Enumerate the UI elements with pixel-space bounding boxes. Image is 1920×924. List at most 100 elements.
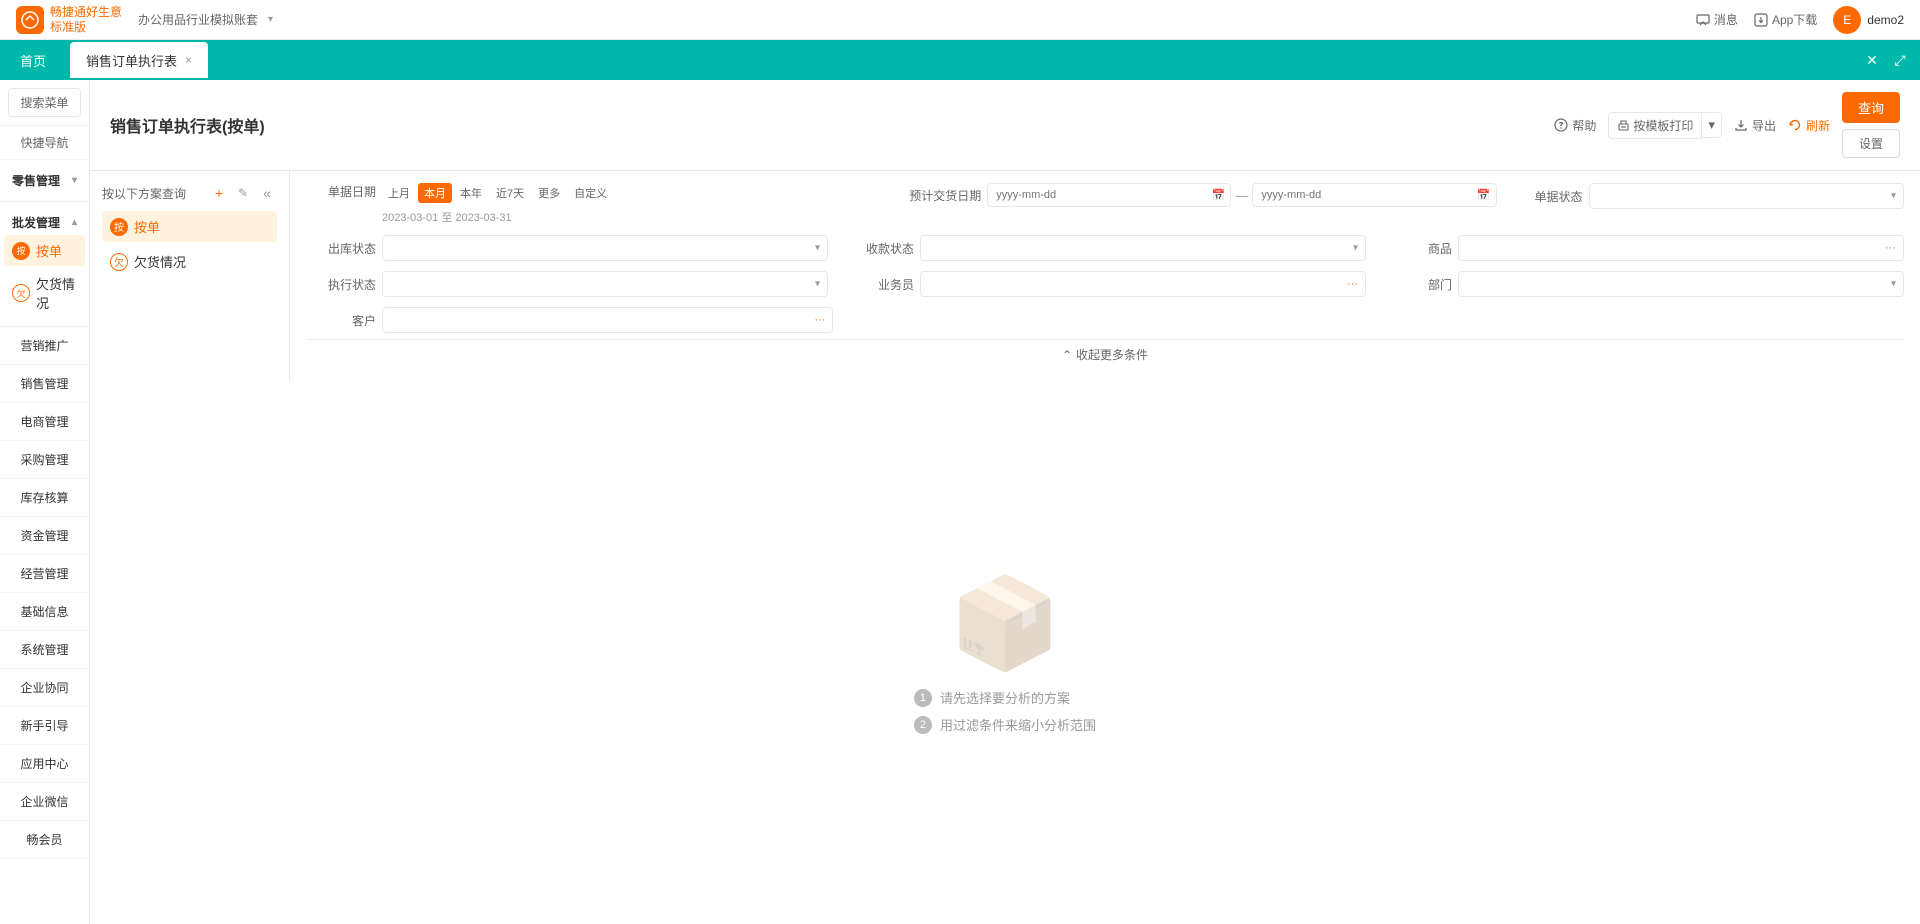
app-download-button[interactable]: App下载 — [1754, 11, 1817, 28]
edit-scheme-button[interactable]: ✎ — [233, 183, 253, 203]
scheme-item-order[interactable]: 按 按单 — [102, 211, 277, 242]
search-menu-button[interactable]: 搜索菜单 — [8, 88, 81, 117]
topbar-right: 消息 App下载 E demo2 — [1696, 6, 1904, 34]
page-title: 销售订单执行表(按单) — [110, 113, 265, 137]
date-tab-this-month[interactable]: 本月 — [418, 183, 452, 203]
scheme-actions: + ✎ « — [209, 183, 277, 203]
salesman-label: 业务员 — [844, 276, 914, 293]
window-close-button[interactable]: ✕ — [1860, 48, 1884, 72]
sidebar-section-wholesale-header[interactable]: 批发管理 ▴ — [4, 210, 85, 235]
sidebar-item-order[interactable]: 按 按单 — [4, 235, 85, 266]
order-icon: 按 — [12, 242, 30, 260]
date-tab-custom[interactable]: 自定义 — [568, 183, 613, 203]
sidebar-item-quick-nav[interactable]: 快捷导航 — [0, 126, 89, 160]
expected-from-cal-icon: 📅 — [1212, 189, 1226, 202]
window-expand-button[interactable]: ⤢ — [1888, 48, 1912, 72]
status-select[interactable] — [1589, 183, 1905, 209]
page-header: 销售订单执行表(按单) 帮助 按模板打印 ▾ 导出 — [90, 80, 1920, 171]
filter-form-area: 单据日期 上月 本月 本年 近7天 更多 自定义 20 — [290, 171, 1920, 381]
goods-input[interactable] — [1458, 235, 1904, 261]
help-icon — [1554, 118, 1568, 132]
payment-control: ▾ — [920, 235, 1366, 261]
title-dropdown-icon[interactable]: ▾ — [268, 14, 273, 25]
delivery-filter: 出库状态 ▾ — [306, 235, 828, 261]
customer-label: 客户 — [306, 312, 376, 329]
customer-control: ··· — [382, 307, 833, 333]
help-button[interactable]: 帮助 — [1554, 117, 1596, 134]
tab-active[interactable]: 销售订单执行表 × — [70, 42, 208, 78]
user-profile[interactable]: E demo2 — [1833, 6, 1904, 34]
tab-home[interactable]: 首页 — [0, 40, 66, 80]
collapse-more-button[interactable]: ⌃ 收起更多条件 — [306, 339, 1904, 369]
sidebar-item-newbie[interactable]: 新手引导 — [0, 707, 89, 745]
settings-button[interactable]: 设置 — [1842, 129, 1900, 158]
dept-filter: 部门 ▾ — [1382, 271, 1904, 297]
print-button[interactable]: 按模板打印 — [1608, 112, 1702, 139]
dept-control: ▾ — [1458, 271, 1904, 297]
query-btn-area: 查询 设置 — [1842, 92, 1900, 158]
sidebar-item-app-center[interactable]: 应用中心 — [0, 745, 89, 783]
hint-num-1: 1 — [914, 689, 932, 707]
empty-state: 📦 1 请先选择要分析的方案 2 用过滤条件来缩小分析范围 — [90, 381, 1920, 924]
sidebar-item-debt[interactable]: 欠 欠货情况 — [4, 268, 85, 318]
expected-to-input[interactable] — [1252, 183, 1496, 207]
status-label: 单据状态 — [1513, 188, 1583, 205]
refresh-button[interactable]: 刷新 — [1788, 117, 1830, 134]
tab-close-icon[interactable]: × — [185, 53, 192, 67]
query-button[interactable]: 查询 — [1842, 92, 1900, 123]
sidebar-item-marketing[interactable]: 营销推广 — [0, 327, 89, 365]
delivery-select[interactable] — [382, 235, 828, 261]
collapse-scheme-button[interactable]: « — [257, 183, 277, 203]
exec-select[interactable] — [382, 271, 828, 297]
sidebar-section-retail-header[interactable]: 零售管理 ▾ — [4, 168, 85, 193]
logo-area: 畅捷通好生意 标准版 — [16, 5, 122, 34]
empty-hint-2: 2 用过滤条件来缩小分析范围 — [914, 715, 1096, 734]
sidebar-item-wechat[interactable]: 企业微信 — [0, 783, 89, 821]
filter-panel: 按以下方案查询 + ✎ « 按 按单 欠 欠货情况 — [90, 171, 1920, 381]
expected-from-wrap: 📅 — [987, 183, 1231, 207]
export-button[interactable]: 导出 — [1734, 117, 1776, 134]
refresh-icon — [1788, 118, 1802, 132]
sidebar-item-ecommerce[interactable]: 电商管理 — [0, 403, 89, 441]
sidebar-item-basic[interactable]: 基础信息 — [0, 593, 89, 631]
date-label: 单据日期 — [306, 183, 376, 200]
messages-button[interactable]: 消息 — [1696, 11, 1738, 28]
expected-from-input[interactable] — [987, 183, 1231, 207]
user-name: demo2 — [1867, 13, 1904, 27]
goods-control: ··· — [1458, 235, 1904, 261]
expected-to-wrap: 📅 — [1252, 183, 1496, 207]
topbar: 畅捷通好生意 标准版 办公用品行业模拟账套 ▾ 消息 App下载 E demo2 — [0, 0, 1920, 40]
scheme-item-debt[interactable]: 欠 欠货情况 — [102, 246, 277, 277]
sidebar-item-corp[interactable]: 企业协同 — [0, 669, 89, 707]
date-tab-last-month[interactable]: 上月 — [382, 183, 416, 203]
payment-label: 收款状态 — [844, 240, 914, 257]
sidebar-item-purchase[interactable]: 采购管理 — [0, 441, 89, 479]
status-filter: 单据状态 ▾ — [1513, 183, 1905, 209]
customer-input[interactable] — [382, 307, 833, 333]
date-tab-this-year[interactable]: 本年 — [454, 183, 488, 203]
empty-hint: 1 请先选择要分析的方案 2 用过滤条件来缩小分析范围 — [914, 688, 1096, 734]
sidebar-item-member[interactable]: 畅会员 — [0, 821, 89, 859]
sidebar-item-sales[interactable]: 销售管理 — [0, 365, 89, 403]
export-icon — [1734, 118, 1748, 132]
dept-select[interactable] — [1458, 271, 1904, 297]
date-tab-more[interactable]: 更多 — [532, 183, 566, 203]
sidebar-item-operation[interactable]: 经营管理 — [0, 555, 89, 593]
collapse-chevron-icon: ⌃ — [1062, 348, 1072, 362]
print-dropdown-button[interactable]: ▾ — [1702, 112, 1722, 138]
date-tab-7days[interactable]: 近7天 — [490, 183, 530, 203]
status-control: ▾ — [1589, 183, 1905, 209]
scheme-header: 按以下方案查询 + ✎ « — [102, 183, 277, 203]
logo-text: 畅捷通好生意 标准版 — [50, 5, 122, 34]
print-button-group: 按模板打印 ▾ — [1608, 112, 1722, 139]
sidebar-item-inventory[interactable]: 库存核算 — [0, 479, 89, 517]
scheme-debt-icon: 欠 — [110, 253, 128, 271]
sidebar-item-finance[interactable]: 资金管理 — [0, 517, 89, 555]
salesman-input[interactable] — [920, 271, 1366, 297]
sidebar-item-system[interactable]: 系统管理 — [0, 631, 89, 669]
add-scheme-button[interactable]: + — [209, 183, 229, 203]
tabbar: 首页 销售订单执行表 × ✕ ⤢ — [0, 40, 1920, 80]
payment-select[interactable] — [920, 235, 1366, 261]
hint-num-2: 2 — [914, 716, 932, 734]
content: 销售订单执行表(按单) 帮助 按模板打印 ▾ 导出 — [90, 80, 1920, 924]
